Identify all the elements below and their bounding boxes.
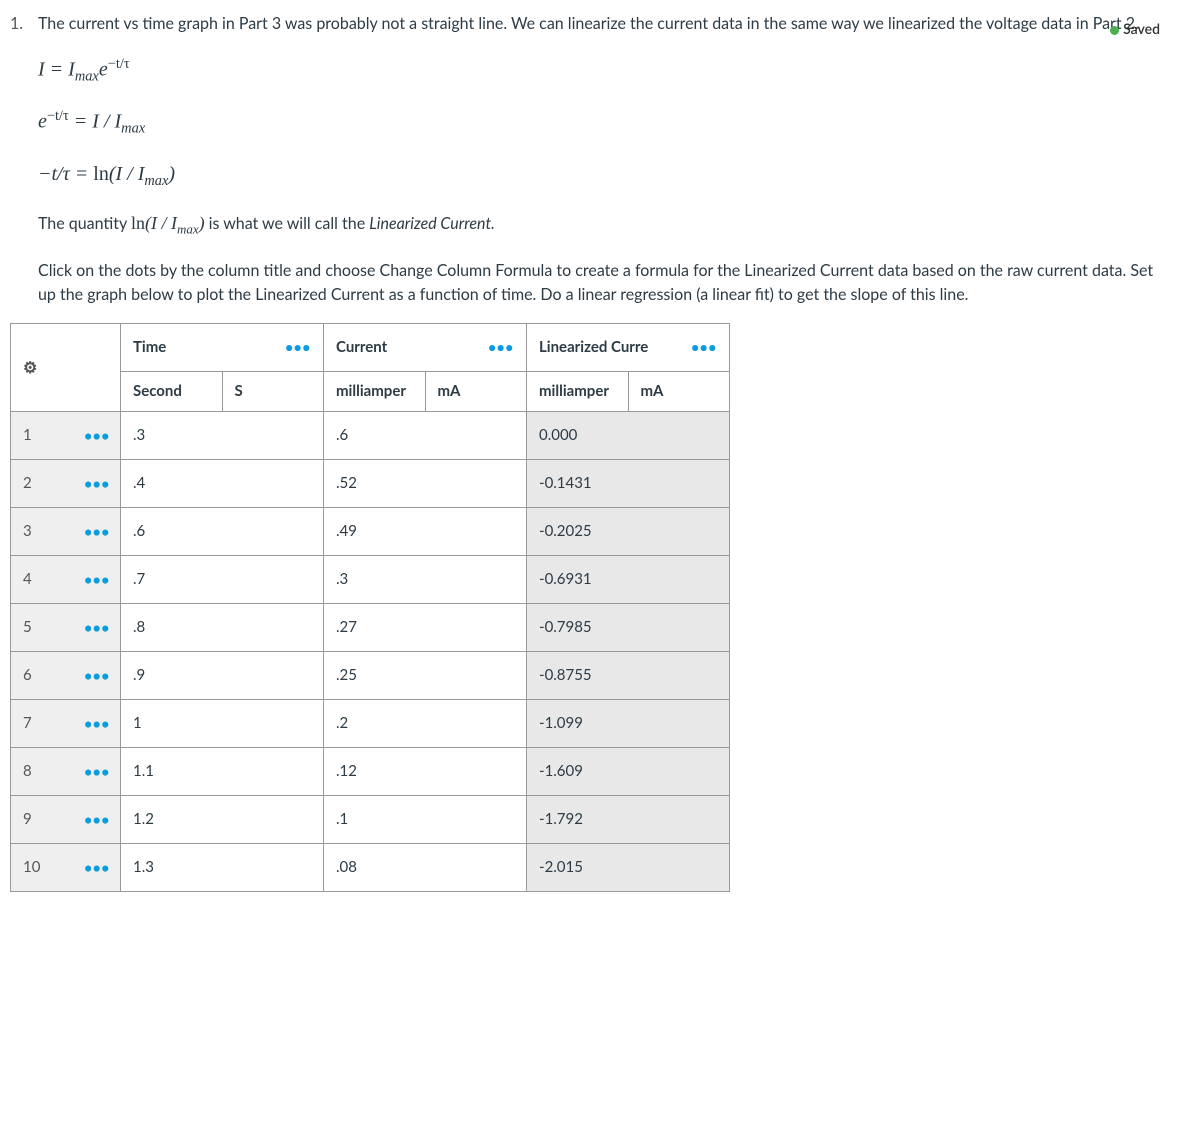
row-menu-icon[interactable]: ••• [84, 666, 110, 686]
row-index-cell[interactable]: 8••• [11, 748, 121, 796]
cell-current[interactable]: .3 [324, 556, 527, 604]
cell-linearized[interactable]: -1.099 [527, 700, 730, 748]
cell-current[interactable]: .27 [324, 604, 527, 652]
col-menu-time-icon[interactable]: ••• [285, 338, 311, 358]
row-index-cell[interactable]: 3••• [11, 508, 121, 556]
unit-lin-abbr: mA [628, 372, 730, 412]
question-number: 1. [10, 12, 32, 36]
table-row: 6•••.9.25-0.8755 [11, 652, 730, 700]
cell-current[interactable]: .1 [324, 796, 527, 844]
row-menu-icon[interactable]: ••• [84, 810, 110, 830]
row-menu-icon[interactable]: ••• [84, 426, 110, 446]
cell-current[interactable]: .49 [324, 508, 527, 556]
cell-current[interactable]: .52 [324, 460, 527, 508]
cell-current[interactable]: .08 [324, 844, 527, 892]
table-header-row: ⚙ Time ••• Current ••• Linearized Curre … [11, 324, 730, 372]
cell-linearized[interactable]: 0.000 [527, 412, 730, 460]
cell-linearized[interactable]: -0.1431 [527, 460, 730, 508]
cell-time[interactable]: .4 [121, 460, 324, 508]
table-row: 10•••1.3.08-2.015 [11, 844, 730, 892]
row-menu-icon[interactable]: ••• [84, 618, 110, 638]
cell-linearized[interactable]: -2.015 [527, 844, 730, 892]
table-row: 4•••.7.3-0.6931 [11, 556, 730, 604]
cell-time[interactable]: .8 [121, 604, 324, 652]
linearized-definition: The quantity ln(I / Imax) is what we wil… [38, 210, 1160, 239]
col-header-linearized-label: Linearized Curre [539, 338, 648, 356]
lc-name: Linearized Current. [369, 214, 495, 233]
row-index-cell[interactable]: 6••• [11, 652, 121, 700]
cell-time[interactable]: .6 [121, 508, 324, 556]
col-header-linearized[interactable]: Linearized Curre ••• [527, 324, 730, 372]
table-settings-cell[interactable]: ⚙ [11, 324, 121, 412]
table-row: 3•••.6.49-0.2025 [11, 508, 730, 556]
table-row: 8•••1.1.12-1.609 [11, 748, 730, 796]
cell-linearized[interactable]: -0.6931 [527, 556, 730, 604]
row-index-cell[interactable]: 4••• [11, 556, 121, 604]
cell-linearized[interactable]: -0.2025 [527, 508, 730, 556]
question-block: Saved 1. The current vs time graph in Pa… [10, 12, 1160, 307]
row-index-cell[interactable]: 7••• [11, 700, 121, 748]
equation-3: −t/τ = ln(I / Imax) [38, 159, 1160, 193]
row-index-cell[interactable]: 1••• [11, 412, 121, 460]
cell-linearized[interactable]: -1.792 [527, 796, 730, 844]
unit-time-name: Second [121, 372, 223, 412]
row-index-cell[interactable]: 2••• [11, 460, 121, 508]
row-menu-icon[interactable]: ••• [84, 570, 110, 590]
cell-time[interactable]: .7 [121, 556, 324, 604]
cell-current[interactable]: .2 [324, 700, 527, 748]
gear-icon[interactable]: ⚙ [23, 358, 37, 377]
unit-current-name: milliamper [324, 372, 426, 412]
row-index-cell[interactable]: 9••• [11, 796, 121, 844]
row-menu-icon[interactable]: ••• [84, 714, 110, 734]
cell-linearized[interactable]: -0.8755 [527, 652, 730, 700]
cell-linearized[interactable]: -0.7985 [527, 604, 730, 652]
lc-pre: The quantity [38, 214, 131, 233]
saved-dot-icon [1110, 26, 1119, 35]
saved-indicator: Saved [1110, 18, 1160, 39]
row-index-cell[interactable]: 5••• [11, 604, 121, 652]
col-header-current-label: Current [336, 338, 387, 356]
table-row: 9•••1.2.1-1.792 [11, 796, 730, 844]
cell-time[interactable]: .9 [121, 652, 324, 700]
cell-current[interactable]: .25 [324, 652, 527, 700]
saved-label: Saved [1123, 20, 1160, 37]
unit-lin-name: milliamper [527, 372, 629, 412]
lc-post: is what we will call the [205, 214, 370, 233]
unit-current-abbr: mA [425, 372, 527, 412]
col-menu-current-icon[interactable]: ••• [488, 338, 514, 358]
table-row: 2•••.4.52-0.1431 [11, 460, 730, 508]
col-header-time[interactable]: Time ••• [121, 324, 324, 372]
table-row: 7•••1.2-1.099 [11, 700, 730, 748]
cell-time[interactable]: 1.1 [121, 748, 324, 796]
equation-2: e−t/τ = I / Imax [38, 106, 1160, 140]
row-menu-icon[interactable]: ••• [84, 522, 110, 542]
row-menu-icon[interactable]: ••• [84, 762, 110, 782]
table-row: 5•••.8.27-0.7985 [11, 604, 730, 652]
col-header-current[interactable]: Current ••• [324, 324, 527, 372]
question-content: The current vs time graph in Part 3 was … [38, 12, 1160, 307]
row-index-cell[interactable]: 10••• [11, 844, 121, 892]
cell-current[interactable]: .12 [324, 748, 527, 796]
cell-current[interactable]: .6 [324, 412, 527, 460]
equation-1: I = Imaxe−t/τ [38, 54, 1160, 88]
table-row: 1•••.3.60.000 [11, 412, 730, 460]
cell-linearized[interactable]: -1.609 [527, 748, 730, 796]
cell-time[interactable]: .3 [121, 412, 324, 460]
instructions-paragraph: Click on the dots by the column title an… [38, 259, 1160, 307]
col-menu-linearized-icon[interactable]: ••• [691, 338, 717, 358]
cell-time[interactable]: 1 [121, 700, 324, 748]
cell-time[interactable]: 1.3 [121, 844, 324, 892]
row-menu-icon[interactable]: ••• [84, 858, 110, 878]
data-table: ⚙ Time ••• Current ••• Linearized Curre … [10, 323, 730, 892]
unit-time-abbr: S [222, 372, 324, 412]
row-menu-icon[interactable]: ••• [84, 474, 110, 494]
cell-time[interactable]: 1.2 [121, 796, 324, 844]
col-header-time-label: Time [133, 338, 166, 356]
intro-paragraph: The current vs time graph in Part 3 was … [38, 12, 1160, 36]
